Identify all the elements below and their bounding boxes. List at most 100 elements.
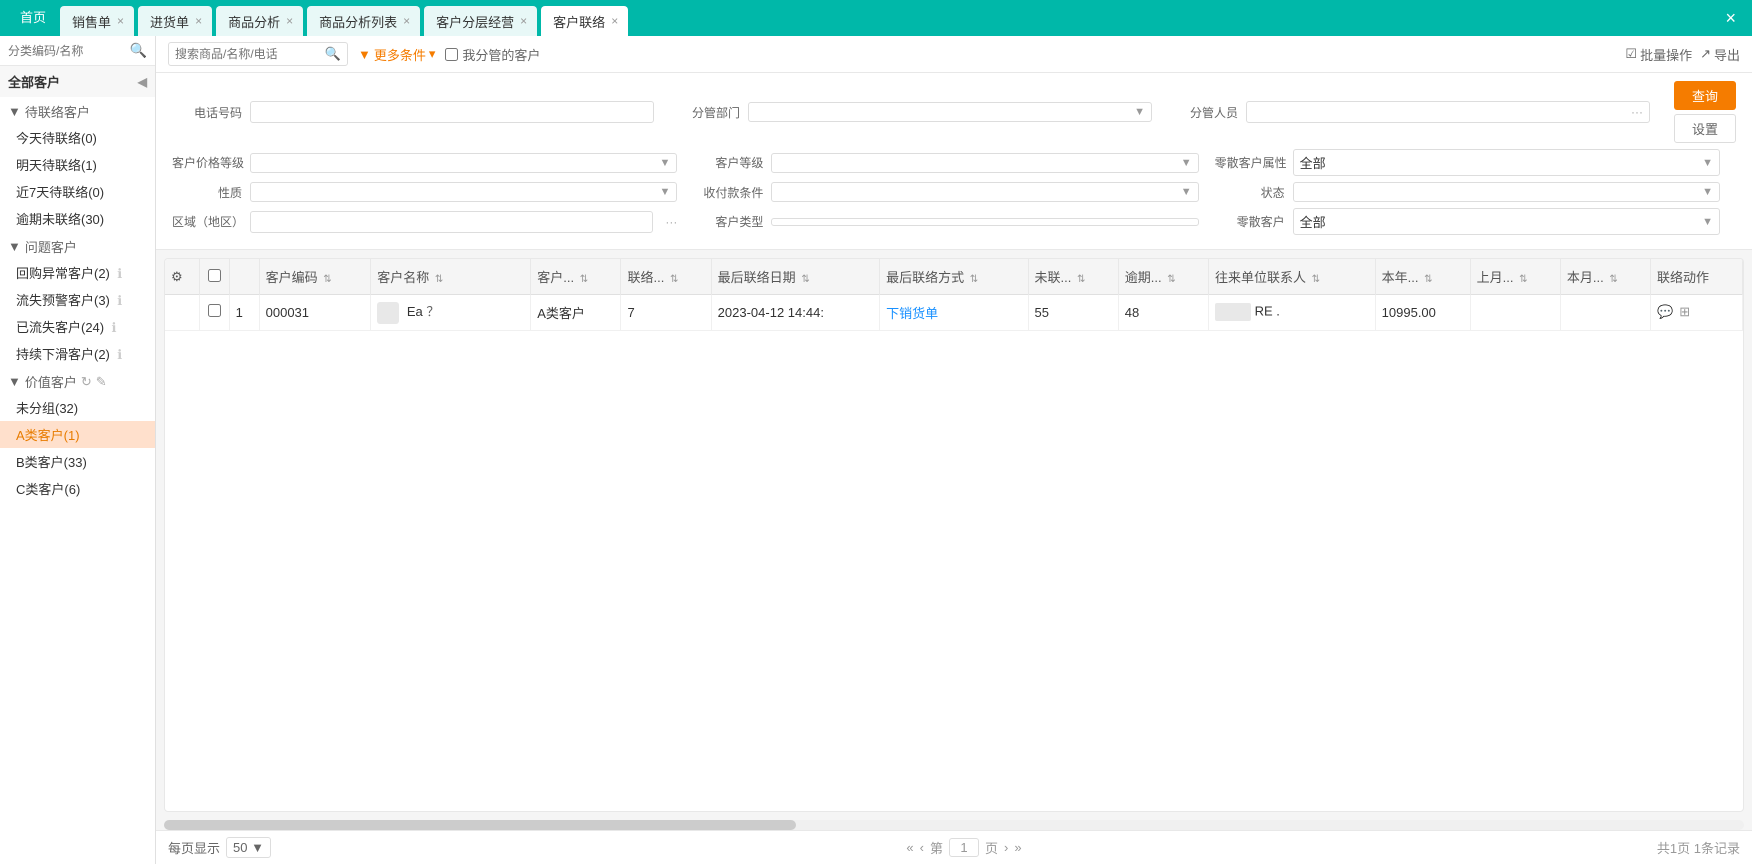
seven-day-contact-item[interactable]: 近7天待联络(0) [0,178,155,205]
nav-tab-purchase[interactable]: 进货单 × [138,6,212,36]
checkbox-col-header[interactable] [199,259,229,295]
contact-sort-icon: ⇅ [670,274,678,285]
last-method-cell[interactable]: 下销货单 [880,295,1028,331]
nature-select[interactable]: ▼ [250,182,677,202]
region-input[interactable] [250,211,653,233]
repeat-abnormal-item[interactable]: 回购异常客户(2) ℹ [0,259,155,286]
overdue-contact-item[interactable]: 逾期未联络(30) [0,205,155,232]
loss-risk-item[interactable]: 流失预警客户(3) ℹ [0,286,155,313]
type-col-header[interactable]: 客户... ⇅ [531,259,621,295]
prev-page-button[interactable]: ‹ [920,840,924,855]
already-lost-item[interactable]: 已流失客户(24) ℹ [0,313,155,340]
next-page-button[interactable]: › [1004,840,1008,855]
class-c-item[interactable]: C类客户(6) [0,475,155,502]
region-label: 区域（地区） [172,213,242,230]
my-customers-checkbox[interactable]: 我分管的客户 [445,45,540,64]
close-product-list-tab[interactable]: × [403,14,410,28]
overdue-col-header[interactable]: 逾期... ⇅ [1118,259,1208,295]
dept-select[interactable]: ▼ [748,102,1152,122]
scrollbar-thumb[interactable] [164,820,796,830]
settings-col-header[interactable]: ⚙ [165,259,199,295]
batch-operation-button[interactable]: ☑ 批量操作 [1625,45,1692,64]
phone-input[interactable] [250,101,654,123]
close-purchase-tab[interactable]: × [195,14,202,28]
contact-col-header[interactable]: 联络... ⇅ [621,259,711,295]
last-page-button[interactable]: » [1014,840,1021,855]
value-customers-group[interactable]: ▼ 价值客户 ↻ ✎ [0,367,155,394]
close-product-analysis-tab[interactable]: × [286,14,293,28]
retail-customer-label: 零散客户 [1215,213,1285,230]
retail-attr-label: 零散客户属性 [1215,154,1285,171]
table-header-row: ⚙ 客户编码 ⇅ 客户名称 ⇅ [165,259,1743,295]
close-customer-contact-tab[interactable]: × [611,14,618,28]
all-customers-header[interactable]: 全部客户 ◀ [0,66,155,97]
this-month-cell [1560,295,1650,331]
code-col-header[interactable]: 客户编码 ⇅ [259,259,371,295]
close-customer-segment-tab[interactable]: × [520,14,527,28]
page-label: 第 [930,838,943,857]
price-grade-select[interactable]: ▼ [250,153,677,173]
customer-type-select[interactable] [771,218,1198,226]
nature-chevron-icon: ▼ [659,186,670,198]
nav-tab-customer-contact[interactable]: 客户联络 × [541,6,628,36]
sidebar-search-icon[interactable]: 🔍 [130,42,147,59]
query-button[interactable]: 查询 [1674,81,1736,110]
name-col-header[interactable]: 客户名称 ⇅ [371,259,531,295]
row-checkbox[interactable] [208,304,221,317]
settings-button[interactable]: 设置 [1674,114,1736,143]
page-size-box[interactable]: 50 ▼ [226,837,271,858]
my-customers-input[interactable] [445,48,458,61]
retail-attr-select[interactable]: 全部 ▼ [1293,149,1720,176]
adv-filter-row-2: 客户价格等级 ▼ 客户等级 ▼ 零散客户属性 全部 [172,149,1736,176]
first-page-button[interactable]: « [906,840,913,855]
checkbox-cell[interactable] [199,295,229,331]
nav-tab-sales[interactable]: 销售单 × [60,6,134,36]
settings-gear-icon[interactable]: ⚙ [171,269,183,284]
message-icon[interactable]: 💬 [1657,304,1673,320]
adv-filter-row-1: 电话号码 分管部门 ▼ 分管人员 ··· [172,81,1736,143]
problem-customers-group[interactable]: ▼ 问题客户 [0,232,155,259]
unit-contact-col-header[interactable]: 往来单位联系人 ⇅ [1208,259,1375,295]
pending-contact-group[interactable]: ▼ 待联络客户 [0,97,155,124]
problem-customers-label: 问题客户 [25,237,77,256]
last-month-col-header[interactable]: 上月... ⇅ [1470,259,1560,295]
last-method-col-header[interactable]: 最后联络方式 ⇅ [880,259,1028,295]
nav-tab-product-list[interactable]: 商品分析列表 × [307,6,420,36]
status-select[interactable]: ▼ [1293,182,1720,202]
no-contact-col-header[interactable]: 未联... ⇅ [1028,259,1118,295]
region-ellipsis-icon[interactable]: ··· [665,215,677,229]
continuous-decline-item[interactable]: 持续下滑客户(2) ℹ [0,340,155,367]
person-select[interactable]: ··· [1246,101,1650,123]
edit-icon[interactable]: ✎ [96,374,107,390]
retail-customer-select[interactable]: 全部 ▼ [1293,208,1720,235]
this-year-col-header[interactable]: 本年... ⇅ [1375,259,1470,295]
close-all-button[interactable]: × [1717,8,1744,29]
this-month-col-header[interactable]: 本月... ⇅ [1560,259,1650,295]
select-all-checkbox[interactable] [208,269,221,282]
nav-tab-product-analysis[interactable]: 商品分析 × [216,6,303,36]
close-sales-tab[interactable]: × [117,14,124,28]
horizontal-scrollbar[interactable] [164,820,1744,830]
main-search-icon[interactable]: 🔍 [325,46,341,62]
nav-home[interactable]: 首页 [8,0,58,36]
status-chevron-icon: ▼ [1702,186,1713,198]
phone-field: 电话号码 [172,101,670,123]
class-b-item[interactable]: B类客户(33) [0,448,155,475]
ungrouped-item[interactable]: 未分组(32) [0,394,155,421]
phone-label: 电话号码 [172,104,242,121]
nav-tab-customer-segment[interactable]: 客户分层经营 × [424,6,537,36]
customer-grade-select[interactable]: ▼ [771,153,1198,173]
class-a-item[interactable]: A类客户(1) [0,421,155,448]
page-number-input[interactable]: 1 [949,838,979,857]
refresh-icon[interactable]: ↻ [81,374,92,390]
main-search-input[interactable] [175,47,325,61]
qr-icon[interactable]: ⊞ [1679,304,1690,320]
payment-select[interactable]: ▼ [771,182,1198,202]
sidebar-search-input[interactable] [8,44,130,58]
tomorrow-contact-item[interactable]: 明天待联络(1) [0,151,155,178]
export-button[interactable]: ↗ 导出 [1700,45,1740,64]
today-contact-item[interactable]: 今天待联络(0) [0,124,155,151]
more-conditions-button[interactable]: ▼ 更多条件 ▾ [358,45,435,64]
last-date-col-header[interactable]: 最后联络日期 ⇅ [711,259,879,295]
last-method-link[interactable]: 下销货单 [886,306,938,321]
